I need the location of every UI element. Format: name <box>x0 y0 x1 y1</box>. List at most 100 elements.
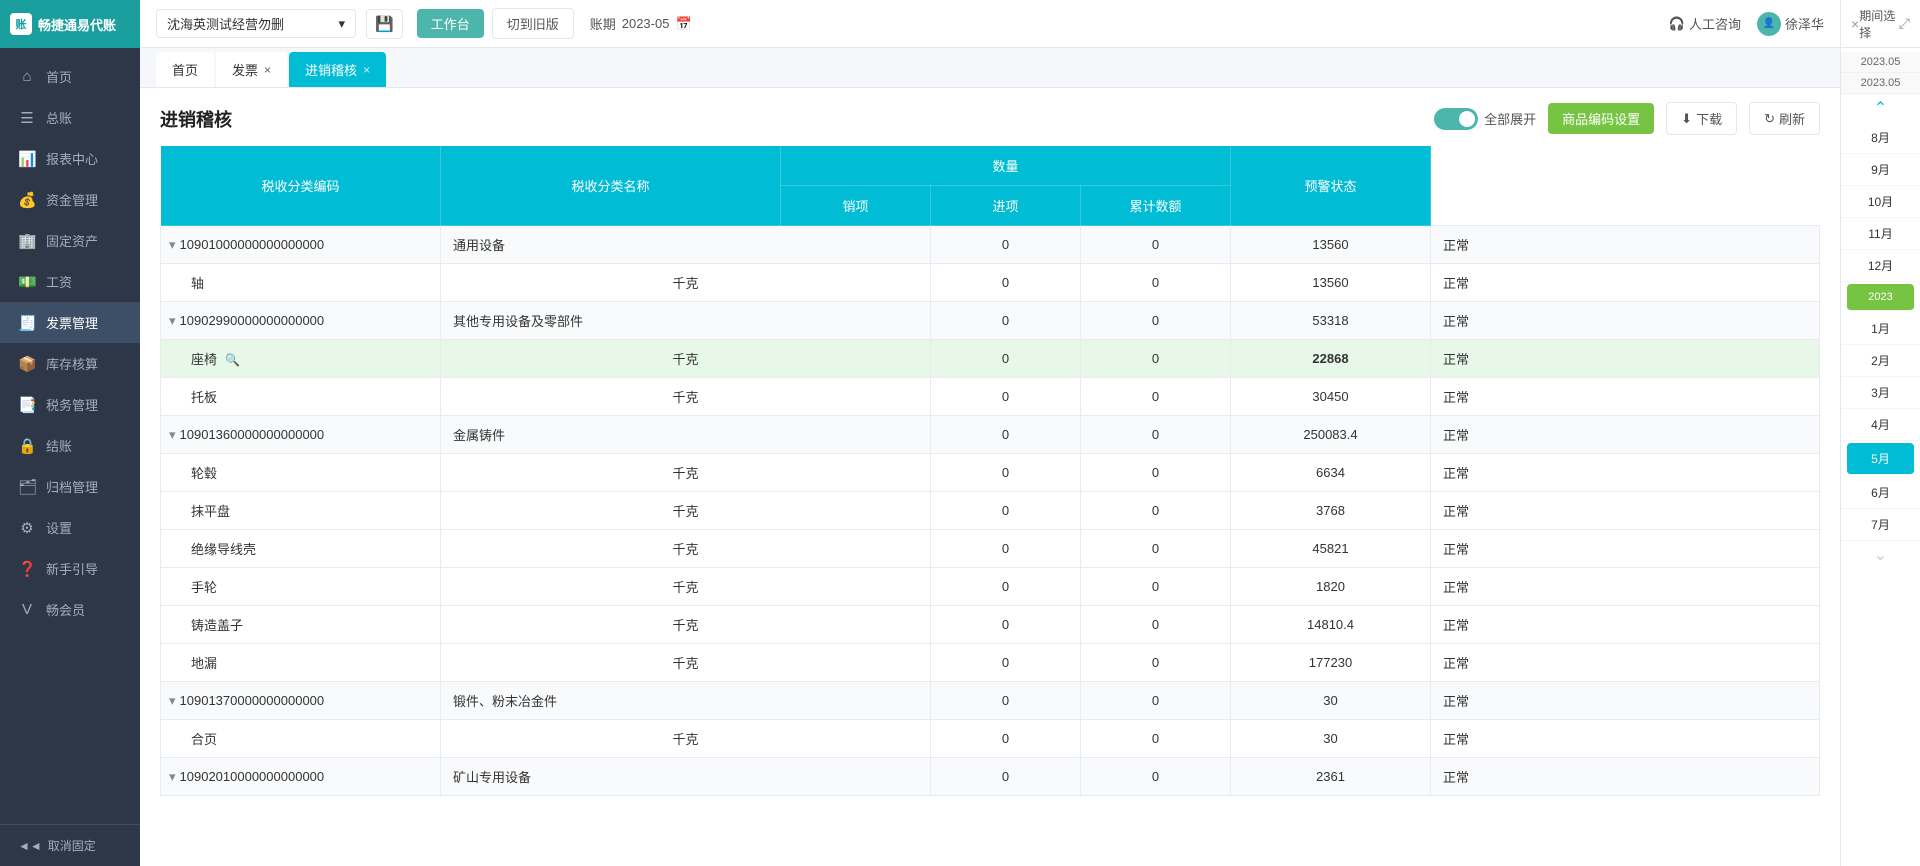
row-code: ▾10901360000000000000 <box>161 416 441 454</box>
row-purchase: 0 <box>1081 568 1231 606</box>
period-item[interactable]: 12月 <box>1841 250 1920 282</box>
sidebar: 账 畅捷通易代账 ⌂ 首页 ☰ 总账 📊 报表中心 💰 资金管理 🏢 固定资产 … <box>0 0 140 866</box>
period-nav-up[interactable]: ⌃ <box>1841 94 1920 122</box>
row-code: 绝缘导线壳 <box>161 530 441 568</box>
sidebar-item-archive[interactable]: 🗂 归档管理 <box>0 466 140 507</box>
user-menu[interactable]: 👤 徐泽华 <box>1757 12 1824 36</box>
tab-reconcile[interactable]: 进销稽核 × <box>289 52 386 87</box>
row-total: 22868 <box>1231 340 1431 378</box>
right-panel-expand[interactable]: ⤢ <box>1899 15 1910 32</box>
row-total: 1820 <box>1231 568 1431 606</box>
sidebar-item-close[interactable]: 🔒 结账 <box>0 425 140 466</box>
sidebar-item-invoices[interactable]: 🧾 发票管理 <box>0 302 140 343</box>
period-item[interactable]: 10月 <box>1841 186 1920 218</box>
row-total: 3768 <box>1231 492 1431 530</box>
tab-invoices[interactable]: 发票 × <box>216 52 287 87</box>
period-item[interactable]: 6月 <box>1841 477 1920 509</box>
collapse-icon[interactable]: ▾ <box>169 427 176 442</box>
sidebar-item-ledger[interactable]: ☰ 总账 <box>0 97 140 138</box>
right-panel-close[interactable]: × <box>1851 16 1859 32</box>
row-code: ▾10901000000000000000 <box>161 226 441 264</box>
row-status: 正常 <box>1431 568 1820 606</box>
row-name: 矿山专用设备 <box>441 758 931 796</box>
sidebar-item-label: 设置 <box>46 518 72 537</box>
row-purchase: 0 <box>1081 530 1231 568</box>
col-status: 预警状态 <box>1231 146 1431 226</box>
period-year-label: 2023.05 <box>1841 52 1920 73</box>
row-sale: 0 <box>931 416 1081 454</box>
switch-version-button[interactable]: 切到旧版 <box>492 8 574 39</box>
row-sale: 0 <box>931 492 1081 530</box>
funds-icon: 💰 <box>18 191 36 209</box>
sidebar-item-tax[interactable]: 📑 税务管理 <box>0 384 140 425</box>
sidebar-item-inventory[interactable]: 📦 库存核算 <box>0 343 140 384</box>
service-button[interactable]: 🎧 人工咨询 <box>1669 14 1741 33</box>
row-purchase: 0 <box>1081 758 1231 796</box>
sidebar-item-payroll[interactable]: 💵 工资 <box>0 261 140 302</box>
row-name: 金属铸件 <box>441 416 931 454</box>
col-purchase: 进项 <box>931 186 1081 226</box>
sidebar-unpin[interactable]: ◄◄ 取消固定 <box>0 824 140 866</box>
refresh-button[interactable]: ↻ 刷新 <box>1749 102 1820 135</box>
guide-icon: ❓ <box>18 560 36 578</box>
period-nav-down[interactable]: ⌄ <box>1841 541 1920 569</box>
row-status: 正常 <box>1431 758 1820 796</box>
period-item[interactable]: 5月 <box>1847 443 1914 475</box>
collapse-icon[interactable]: ▾ <box>169 237 176 252</box>
row-total: 177230 <box>1231 644 1431 682</box>
collapse-icon[interactable]: ▾ <box>169 769 176 784</box>
refresh-icon: ↻ <box>1764 111 1775 127</box>
product-code-setting-button[interactable]: 商品编码设置 <box>1548 103 1654 134</box>
tab-home[interactable]: 首页 <box>156 52 214 87</box>
company-selector[interactable]: 沈海英测试经营勿删 ▾ <box>156 9 356 38</box>
headset-icon: 🎧 <box>1669 16 1685 32</box>
expand-toggle[interactable]: 全部展开 <box>1434 108 1536 130</box>
period-item[interactable]: 9月 <box>1841 154 1920 186</box>
period-value: 2023-05 <box>622 16 670 31</box>
row-code: ▾10901370000000000000 <box>161 682 441 720</box>
tab-reconcile-close[interactable]: × <box>363 64 370 76</box>
period-item[interactable]: 2月 <box>1841 345 1920 377</box>
archive-icon: 🗂 <box>18 478 36 496</box>
sidebar-item-reports[interactable]: 📊 报表中心 <box>0 138 140 179</box>
period-year-marker[interactable]: 2023 <box>1847 284 1914 311</box>
assets-icon: 🏢 <box>18 232 36 250</box>
toggle-switch[interactable] <box>1434 108 1478 130</box>
period-item[interactable]: 4月 <box>1841 409 1920 441</box>
sidebar-item-assets[interactable]: 🏢 固定资产 <box>0 220 140 261</box>
sidebar-item-member[interactable]: V 畅会员 <box>0 589 140 630</box>
download-button[interactable]: ⬇ 下载 <box>1666 102 1737 135</box>
sidebar-item-label: 首页 <box>46 67 72 86</box>
sidebar-item-guide[interactable]: ❓ 新手引导 <box>0 548 140 589</box>
row-purchase: 0 <box>1081 226 1231 264</box>
search-inline-icon[interactable]: 🔍 <box>225 353 240 367</box>
sidebar-item-label: 发票管理 <box>46 313 98 332</box>
avatar: 👤 <box>1757 12 1781 36</box>
workbench-button[interactable]: 工作台 <box>417 9 484 38</box>
row-total: 250083.4 <box>1231 416 1431 454</box>
save-icon-btn[interactable]: 💾 <box>366 9 403 39</box>
collapse-icon[interactable]: ▾ <box>169 313 176 328</box>
sidebar-item-home[interactable]: ⌂ 首页 <box>0 56 140 97</box>
row-total: 45821 <box>1231 530 1431 568</box>
period-item[interactable]: 8月 <box>1841 122 1920 154</box>
period-item[interactable]: 11月 <box>1841 218 1920 250</box>
sidebar-item-settings[interactable]: ⚙ 设置 <box>0 507 140 548</box>
row-total: 53318 <box>1231 302 1431 340</box>
row-status: 正常 <box>1431 682 1820 720</box>
period-item[interactable]: 3月 <box>1841 377 1920 409</box>
calendar-icon[interactable]: 📅 <box>675 16 691 32</box>
row-total: 30 <box>1231 682 1431 720</box>
sidebar-item-funds[interactable]: 💰 资金管理 <box>0 179 140 220</box>
collapse-icon[interactable]: ▾ <box>169 693 176 708</box>
tab-invoices-close[interactable]: × <box>264 64 271 76</box>
member-icon: V <box>18 601 36 618</box>
row-status: 正常 <box>1431 416 1820 454</box>
tax-icon: 📑 <box>18 396 36 414</box>
toggle-label: 全部展开 <box>1484 109 1536 128</box>
row-name: 锻件、粉末冶金件 <box>441 682 931 720</box>
period-item[interactable]: 1月 <box>1841 313 1920 345</box>
period-item[interactable]: 7月 <box>1841 509 1920 541</box>
sidebar-item-label: 结账 <box>46 436 72 455</box>
save-icon: 💾 <box>375 15 394 33</box>
